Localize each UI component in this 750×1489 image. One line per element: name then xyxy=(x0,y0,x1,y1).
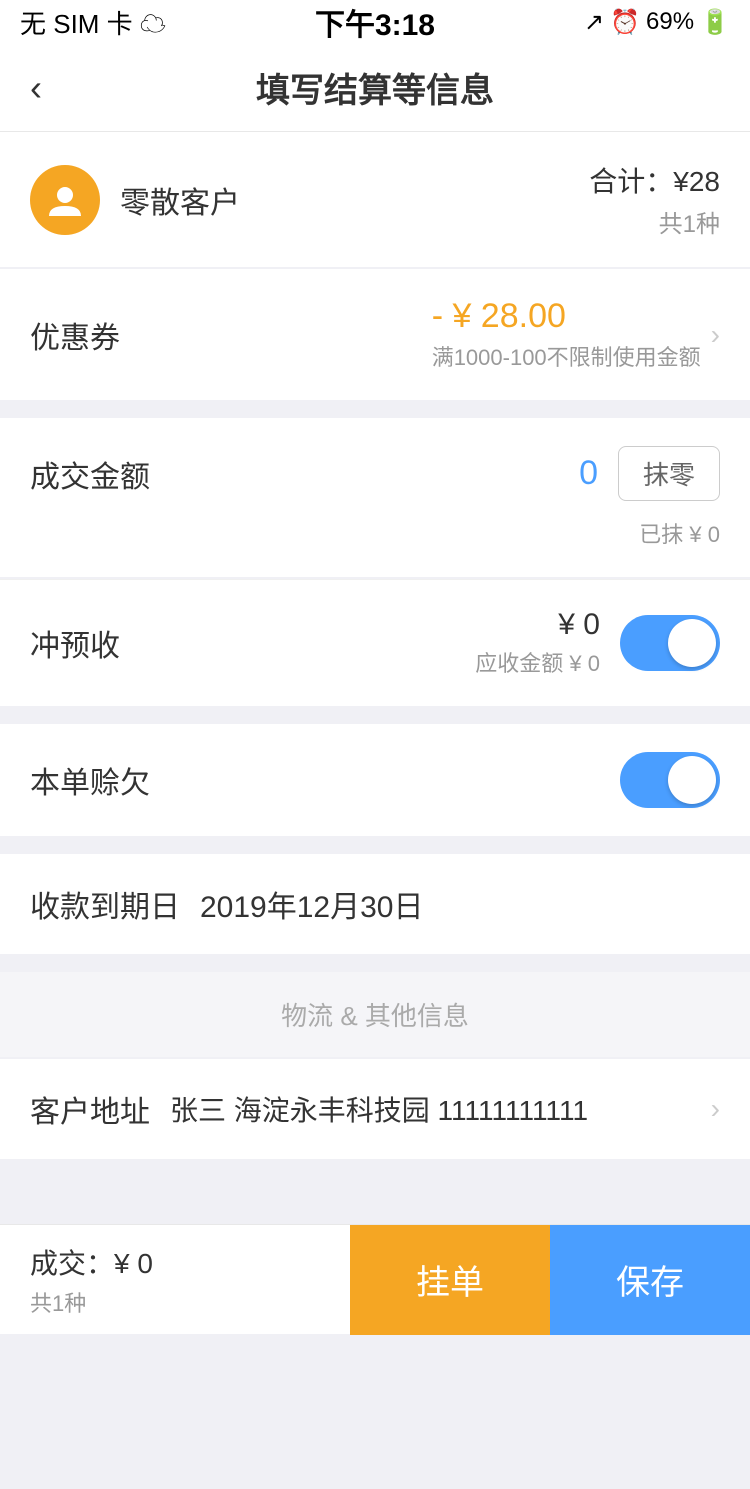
nav-bar: ‹ 填写结算等信息 xyxy=(0,44,750,132)
due-date-value: 2019年12月30日 xyxy=(200,882,423,926)
precollect-label: 冲预收 xyxy=(30,621,120,665)
transaction-label: 成交金额 xyxy=(30,452,150,496)
customer-total: 合计：¥28 xyxy=(589,160,720,200)
bottom-deal-label: 成交： xyxy=(30,1248,114,1279)
precollect-amount: ¥ 0 xyxy=(475,608,600,642)
debt-label: 本单赊欠 xyxy=(30,758,150,802)
transaction-row: 成交金额 0 抹零 xyxy=(30,446,720,501)
debt-toggle[interactable] xyxy=(620,752,720,808)
page-title: 填写结算等信息 xyxy=(256,63,494,112)
coupon-arrow-icon: › xyxy=(711,319,720,351)
status-right: ↗ ⏰ 69% 🔋 xyxy=(584,8,730,37)
alarm-icon: ⏰ xyxy=(610,8,640,37)
bottom-deal-amount: ¥ 0 xyxy=(114,1248,153,1279)
precollect-section: 冲预收 ¥ 0 应收金额 ¥ 0 xyxy=(0,579,750,706)
due-date-section: 收款到期日 2019年12月30日 xyxy=(0,854,750,954)
coupon-right: - ¥ 28.00 满1000-100不限制使用金额 › xyxy=(432,297,720,372)
coupon-discount: - ¥ 28.00 xyxy=(432,297,701,336)
save-button[interactable]: 保存 xyxy=(550,1225,750,1335)
precollect-amounts: ¥ 0 应收金额 ¥ 0 xyxy=(475,608,600,678)
transaction-right: 0 抹零 xyxy=(579,446,720,501)
logistics-section: 物流 & 其他信息 xyxy=(0,972,750,1057)
back-button[interactable]: ‹ xyxy=(30,67,42,109)
hold-button[interactable]: 挂单 xyxy=(350,1225,550,1335)
logistics-text: 物流 & 其他信息 xyxy=(281,996,469,1033)
status-bar: 无 SIM 卡 ☁ 下午3:18 ↗ ⏰ 69% 🔋 xyxy=(0,0,750,44)
precollect-toggle[interactable] xyxy=(620,615,720,671)
precollect-receivable: 应收金额 ¥ 0 xyxy=(475,646,600,678)
sim-status: 无 SIM 卡 ☁ xyxy=(20,4,166,41)
customer-summary: 合计：¥28 共1种 xyxy=(589,160,720,239)
battery-level: 69% xyxy=(646,8,694,36)
transaction-section: 成交金额 0 抹零 已抹 ¥ 0 xyxy=(0,418,750,577)
due-date-label: 收款到期日 xyxy=(30,882,180,926)
transaction-amount: 0 xyxy=(579,454,598,493)
precollect-right: ¥ 0 应收金额 ¥ 0 xyxy=(475,608,720,678)
bottom-count: 共1种 xyxy=(30,1286,320,1318)
bottom-deal: 成交：¥ 0 xyxy=(30,1242,320,1282)
customer-count: 共1种 xyxy=(589,204,720,239)
coupon-desc: 满1000-100不限制使用金额 xyxy=(432,340,701,372)
battery-icon: 🔋 xyxy=(700,8,730,37)
address-section[interactable]: 客户地址 张三 海淀永丰科技园 11111111111 › xyxy=(0,1059,750,1159)
status-left: 无 SIM 卡 ☁ xyxy=(20,4,166,41)
customer-info: 零散客户 xyxy=(30,165,240,235)
customer-section: 零散客户 合计：¥28 共1种 xyxy=(0,132,750,267)
debt-section: 本单赊欠 xyxy=(0,724,750,836)
coupon-section[interactable]: 优惠券 - ¥ 28.00 满1000-100不限制使用金额 › xyxy=(0,269,750,400)
address-value: 张三 海淀永丰科技园 11111111111 xyxy=(170,1089,711,1129)
coupon-info: - ¥ 28.00 满1000-100不限制使用金额 xyxy=(432,297,701,372)
address-arrow-icon: › xyxy=(711,1093,720,1125)
customer-avatar xyxy=(30,165,100,235)
coupon-label: 优惠券 xyxy=(30,313,120,357)
bottom-summary: 成交：¥ 0 共1种 xyxy=(0,1242,350,1318)
address-label: 客户地址 xyxy=(30,1087,150,1131)
transaction-sub: 已抹 ¥ 0 xyxy=(639,522,720,547)
location-icon: ↗ xyxy=(584,8,604,37)
bottom-bar: 成交：¥ 0 共1种 挂单 保存 xyxy=(0,1224,750,1334)
due-date-row: 收款到期日 2019年12月30日 xyxy=(30,882,720,926)
round-zero-button[interactable]: 抹零 xyxy=(618,446,720,501)
customer-name: 零散客户 xyxy=(120,178,240,222)
status-time: 下午3:18 xyxy=(315,0,435,44)
logistics-inner: 物流 & 其他信息 xyxy=(205,996,545,1033)
